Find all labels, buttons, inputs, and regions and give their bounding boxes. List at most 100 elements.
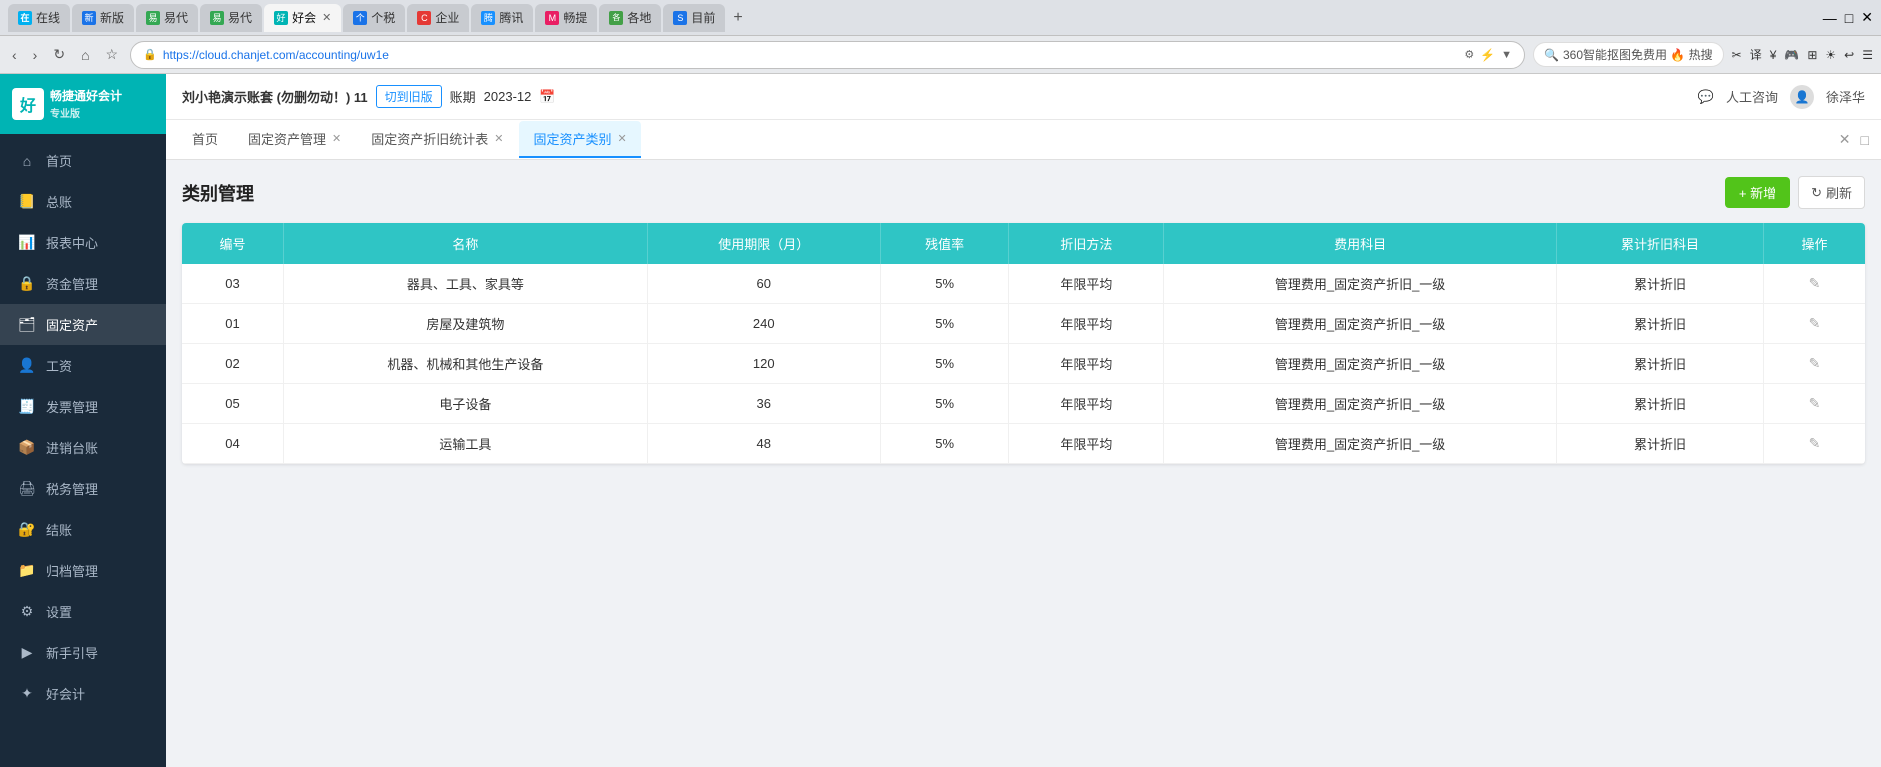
browser-tab-xinban[interactable]: 新 新版 xyxy=(72,4,134,32)
new-tab-button[interactable]: + xyxy=(727,9,748,27)
sidebar-label-tax: 税务管理 xyxy=(46,479,98,498)
table-row: 03 器具、工具、家具等 60 5% 年限平均 管理费用_固定资产折旧_一级 累… xyxy=(182,264,1865,304)
menu-icon[interactable]: ☰ xyxy=(1862,48,1873,62)
browser-tab-muqian[interactable]: S 目前 xyxy=(663,4,725,32)
undo-icon[interactable]: ↩ xyxy=(1844,48,1854,62)
sidebar-item-inventory[interactable]: 📦 进销台账 xyxy=(0,427,166,468)
forward-button[interactable]: › xyxy=(29,45,42,65)
tab-home-label: 首页 xyxy=(192,129,218,148)
sidebar-label-ledger: 总账 xyxy=(46,192,72,211)
back-button[interactable]: ‹ xyxy=(8,45,21,65)
browser-tab-geshui[interactable]: 个 个税 xyxy=(343,4,405,32)
sidebar-item-settings[interactable]: ⚙ 设置 xyxy=(0,591,166,632)
service-label[interactable]: 人工咨询 xyxy=(1726,87,1778,106)
home-button[interactable]: ⌂ xyxy=(77,45,93,65)
cell-method: 年限平均 xyxy=(1009,344,1164,384)
cell-expense: 管理费用_固定资产折旧_一级 xyxy=(1164,304,1557,344)
sidebar-item-salary[interactable]: 👤 工资 xyxy=(0,345,166,386)
tab-fixed-asset-management[interactable]: 固定资产管理 ✕ xyxy=(234,121,355,158)
browser-tab-haohui[interactable]: 好 好会 ✕ xyxy=(264,4,341,32)
calendar-icon[interactable]: 📅 xyxy=(539,89,555,105)
tab-maximize-icon[interactable]: □ xyxy=(1861,132,1869,148)
tab-label: 在线 xyxy=(36,9,60,26)
edit-icon[interactable]: ✎ xyxy=(1809,275,1821,291)
grid-icon[interactable]: ⊞ xyxy=(1807,48,1817,62)
header-left: 刘小艳演示账套 (勿删勿动！) 11 切到旧版 账期 2023-12 📅 xyxy=(182,85,556,108)
sidebar-item-tax[interactable]: 🖨 税务管理 xyxy=(0,468,166,509)
site-info-icon[interactable]: ⚙ xyxy=(1464,48,1474,61)
edit-icon[interactable]: ✎ xyxy=(1809,395,1821,411)
edit-icon[interactable]: ✎ xyxy=(1809,435,1821,451)
brightness-icon[interactable]: ☀ xyxy=(1825,48,1836,62)
tab-label: 个税 xyxy=(371,9,395,26)
minimize-icon[interactable]: — xyxy=(1823,10,1837,26)
tab-fixed-asset-management-close-icon[interactable]: ✕ xyxy=(332,132,341,145)
bookmark-button[interactable]: ☆ xyxy=(102,44,123,65)
sidebar-item-invoice[interactable]: 🧾 发票管理 xyxy=(0,386,166,427)
sidebar-item-close[interactable]: 🔐 结账 xyxy=(0,509,166,550)
cell-action: ✎ xyxy=(1763,264,1865,304)
currency-icon[interactable]: ¥ xyxy=(1770,48,1777,62)
tab-depreciation-stats-close-icon[interactable]: ✕ xyxy=(494,132,503,145)
refresh-button[interactable]: ↻ 刷新 xyxy=(1798,176,1865,209)
cell-method: 年限平均 xyxy=(1009,424,1164,464)
tab-fixed-asset-category-close-icon[interactable]: ✕ xyxy=(618,132,627,145)
edit-icon[interactable]: ✎ xyxy=(1809,315,1821,331)
reload-button[interactable]: ↻ xyxy=(49,44,69,65)
sidebar-item-more[interactable]: ✦ 好会计 xyxy=(0,673,166,714)
switch-version-button[interactable]: 切到旧版 xyxy=(376,85,442,108)
tab-depreciation-stats[interactable]: 固定资产折旧统计表 ✕ xyxy=(357,121,517,158)
sidebar-item-guide[interactable]: ▶ 新手引导 xyxy=(0,632,166,673)
browser-tab-tencent[interactable]: 腾 腾讯 xyxy=(471,4,533,32)
tab-label: 各地 xyxy=(627,9,651,26)
sidebar-item-report[interactable]: 📊 报表中心 xyxy=(0,222,166,263)
browser-tab-zaixin[interactable]: 在 在线 xyxy=(8,4,70,32)
cut-icon[interactable]: ✂ xyxy=(1732,48,1742,62)
browser-tab-gedi[interactable]: 各 各地 xyxy=(599,4,661,32)
tab-label: 腾讯 xyxy=(499,9,523,26)
translate-icon[interactable]: 译 xyxy=(1750,46,1762,63)
logo-text: 畅捷通好会计 xyxy=(50,88,122,105)
sidebar-nav: ⌂ 首页 📒 总账 📊 报表中心 🔒 资金管理 🗂 固定资产 👤 工资 xyxy=(0,134,166,767)
browser-tab-yidai1[interactable]: 易 易代 xyxy=(136,4,198,32)
sidebar-item-archive[interactable]: 📁 归档管理 xyxy=(0,550,166,591)
url-bar[interactable]: 🔒 https://cloud.chanjet.com/accounting/u… xyxy=(130,41,1525,69)
tab-label: 易代 xyxy=(164,9,188,26)
sidebar-item-fixed-assets[interactable]: 🗂 固定资产 xyxy=(0,304,166,345)
period-value: 2023-12 xyxy=(484,89,532,104)
cell-months: 60 xyxy=(647,264,880,304)
browser-tab-yidai2[interactable]: 易 易代 xyxy=(200,4,262,32)
close-window-icon[interactable]: ✕ xyxy=(1861,9,1873,26)
browser-tab-qiye[interactable]: C 企业 xyxy=(407,4,469,32)
cell-expense: 管理费用_固定资产折旧_一级 xyxy=(1164,384,1557,424)
maximize-icon[interactable]: □ xyxy=(1845,10,1853,26)
sidebar-label-inventory: 进销台账 xyxy=(46,438,98,457)
sidebar-label-fund: 资金管理 xyxy=(46,274,98,293)
app-layout: 好 畅捷通好会计 专业版 ⌂ 首页 📒 总账 📊 报表中心 🔒 资金管理 xyxy=(0,74,1881,767)
sidebar-item-fund[interactable]: 🔒 资金管理 xyxy=(0,263,166,304)
url-text: https://cloud.chanjet.com/accounting/uw1… xyxy=(163,48,1459,62)
sidebar-label-archive: 归档管理 xyxy=(46,561,98,580)
tab-close-icon[interactable]: ✕ xyxy=(322,11,331,24)
sidebar-item-home[interactable]: ⌂ 首页 xyxy=(0,140,166,181)
add-button[interactable]: + 新增 xyxy=(1725,177,1790,208)
lightning-icon[interactable]: ⚡ xyxy=(1480,48,1495,62)
sidebar-label-settings: 设置 xyxy=(46,602,72,621)
tab-home[interactable]: 首页 xyxy=(178,121,232,158)
col-header-method: 折旧方法 xyxy=(1009,223,1164,264)
sidebar-item-ledger[interactable]: 📒 总账 xyxy=(0,181,166,222)
tab-fixed-asset-category[interactable]: 固定资产类别 ✕ xyxy=(519,121,640,158)
dropdown-icon[interactable]: ▼ xyxy=(1501,49,1512,61)
search-bar[interactable]: 🔍 360智能抠图免费用 🔥 热搜 xyxy=(1533,42,1724,67)
game-icon[interactable]: 🎮 xyxy=(1784,48,1799,62)
tab-window-close-icon[interactable]: ✕ xyxy=(1839,131,1851,148)
app-header: 刘小艳演示账套 (勿删勿动！) 11 切到旧版 账期 2023-12 📅 💬 人… xyxy=(166,74,1881,120)
address-bar: ‹ › ↻ ⌂ ☆ 🔒 https://cloud.chanjet.com/ac… xyxy=(0,36,1881,74)
browser-tab-changte[interactable]: M 畅提 xyxy=(535,4,597,32)
category-table: 编号 名称 使用期限（月） 残值率 折旧方法 费用科目 累计折旧科目 操作 03… xyxy=(182,223,1865,464)
cell-name: 电子设备 xyxy=(284,384,648,424)
cell-months: 36 xyxy=(647,384,880,424)
user-avatar: 👤 xyxy=(1790,85,1814,109)
col-header-months: 使用期限（月） xyxy=(647,223,880,264)
edit-icon[interactable]: ✎ xyxy=(1809,355,1821,371)
